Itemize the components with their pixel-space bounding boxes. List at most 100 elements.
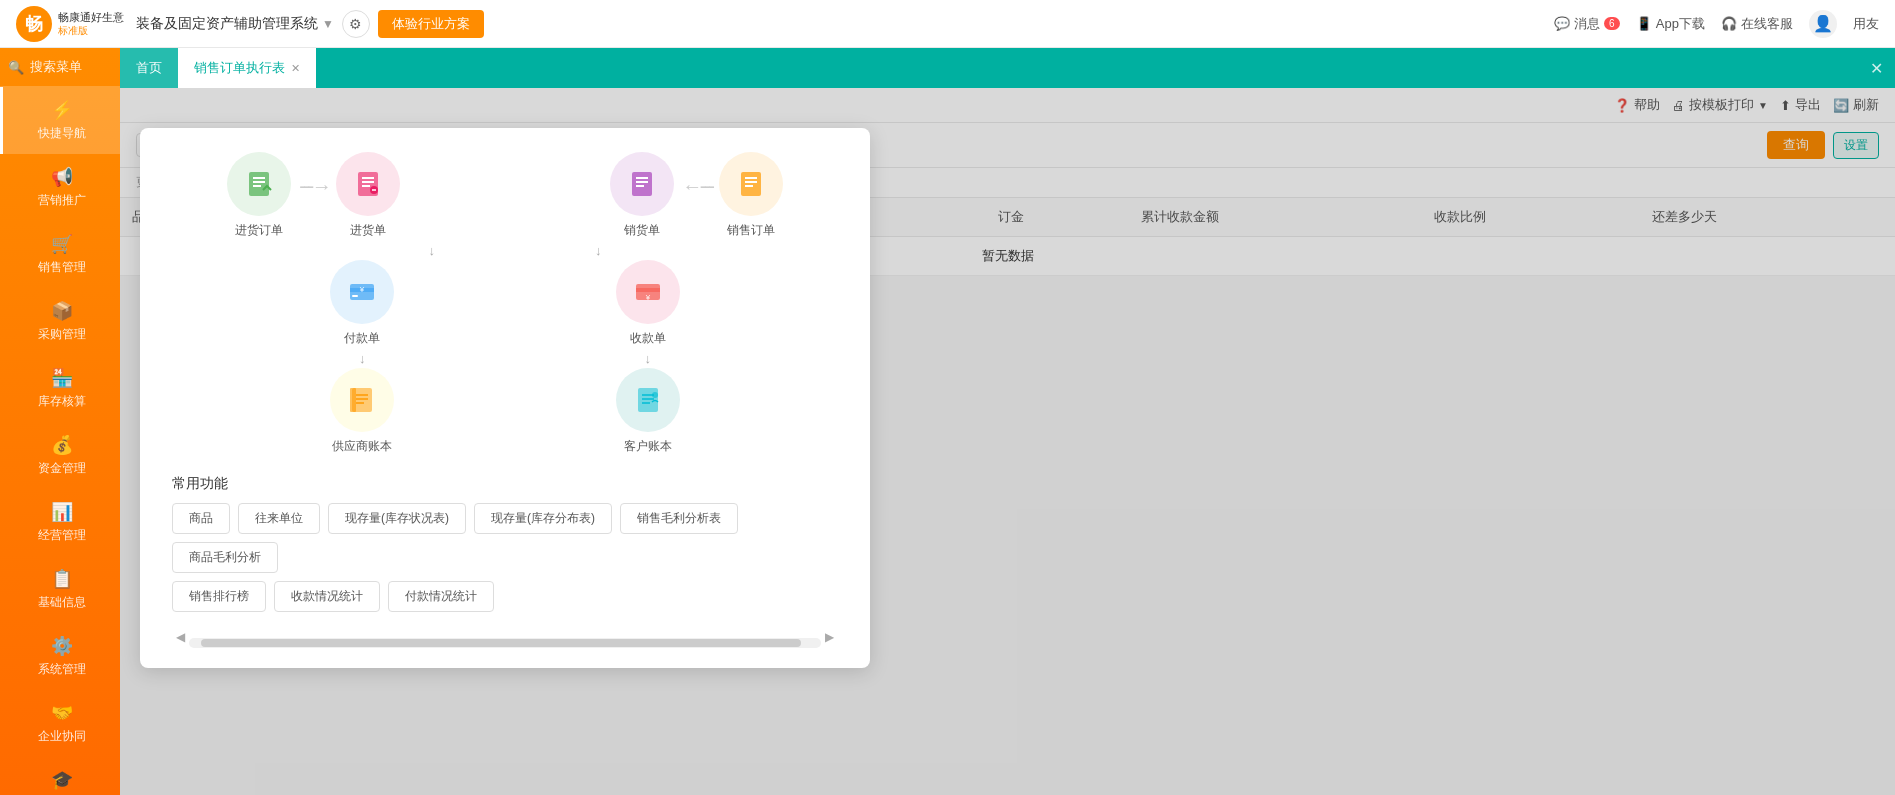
service-icon: 🎧 [1721,16,1737,31]
sales-order-tab-label: 销售订单执行表 [194,59,285,77]
common-functions-title: 常用功能 [172,475,838,493]
system-icon: ⚙️ [51,635,73,657]
supplier-ledger-icon [330,368,394,432]
sidebar-item-operations[interactable]: 📊 经营管理 [0,489,120,556]
receipt-icon: ¥ [616,260,680,324]
message-icon: 💬 [1554,16,1570,31]
svg-point-34 [652,392,658,398]
scroll-left-icon[interactable]: ◀ [172,630,189,644]
avatar[interactable]: 👤 [1809,10,1837,38]
flow-sales-bill[interactable]: 销货单 [610,152,674,239]
collab-icon: 🤝 [51,702,73,724]
sidebar-item-collab[interactable]: 🤝 企业协同 [0,690,120,757]
svg-rect-29 [350,388,356,412]
svg-rect-10 [632,172,652,196]
sidebar-item-sales[interactable]: 🛒 销售管理 [0,221,120,288]
sidebar-item-finance[interactable]: 💰 资金管理 [0,422,120,489]
func-btn-stock-status[interactable]: 现存量(库存状况表) [328,503,466,534]
popup-box: 进货订单 - - - → [140,128,870,668]
trial-button[interactable]: 体验行业方案 [378,10,484,38]
system-title: 装备及固定资产辅助管理系统 [136,15,318,33]
popup-scrollbar-thumb [201,639,801,647]
flow-receipt[interactable]: ¥ 收款单 [616,260,680,347]
func-btn-product-profit[interactable]: 商品毛利分析 [172,542,278,573]
online-service-action[interactable]: 🎧 在线客服 [1721,15,1793,33]
logo-text: 畅康通好生意 标准版 [58,10,124,37]
sidebar-item-system[interactable]: ⚙️ 系统管理 [0,623,120,690]
flow-purchase-order[interactable]: 进货订单 [227,152,291,239]
flow-customer-ledger[interactable]: 客户账本 [616,368,680,455]
inventory-icon: 🏪 [51,367,73,389]
marketing-icon: 📢 [51,166,73,188]
func-buttons-row2: 销售排行榜 收款情况统计 付款情况统计 [172,581,838,612]
arrow-h1: - - - → [299,175,328,216]
sales-bill-icon [610,152,674,216]
sidebar-item-quick-nav[interactable]: ⚡ 快捷导航 [0,87,120,154]
basic-info-icon: 📋 [51,568,73,590]
home-tab-label: 首页 [136,59,162,77]
sidebar-item-purchase[interactable]: 📦 采购管理 [0,288,120,355]
sidebar-item-marketing[interactable]: 📢 营销推广 [0,154,120,221]
finance-icon: 💰 [51,434,73,456]
flow-purchase-bill[interactable]: 进货单 [336,152,400,239]
username: 用友 [1853,15,1879,33]
top-bar: 畅 畅康通好生意 标准版 装备及固定资产辅助管理系统 ▼ ⚙ 体验行业方案 💬 … [0,0,1895,48]
top-bar-middle: 装备及固定资产辅助管理系统 ▼ ⚙ 体验行业方案 [136,10,1554,38]
guide-icon: 🎓 [51,769,73,791]
chevron-down-icon: ▼ [322,17,334,31]
quick-nav-icon: ⚡ [51,99,73,121]
page-content: ❓ 帮助 🖨 按模板打印 ▼ ⬆ 导出 🔄 刷新 [120,88,1895,795]
svg-rect-0 [249,172,269,196]
tab-home[interactable]: 首页 [120,48,178,88]
svg-rect-20 [352,295,358,297]
arrow-v-row2: ↓ ↓ [172,351,838,366]
func-btn-payment-stat[interactable]: 付款情况统计 [388,581,494,612]
func-btn-stock-dist[interactable]: 现存量(库存分布表) [474,503,612,534]
flow-payment[interactable]: ¥ 付款单 [330,260,394,347]
popup-scrollbar[interactable] [189,638,821,648]
svg-text:¥: ¥ [644,293,650,302]
tab-bar: 首页 销售订单执行表 ✕ ✕ [120,48,1895,88]
flow-row2: ¥ 付款单 [172,260,838,347]
func-btn-customer-vendor[interactable]: 往来单位 [238,503,320,534]
sidebar-item-inventory[interactable]: 🏪 库存核算 [0,355,120,422]
func-buttons-row1: 商品 往来单位 现存量(库存状况表) 现存量(库存分布表) 销售毛利分析表 商品… [172,503,838,573]
payment-icon: ¥ [330,260,394,324]
download-icon: 📱 [1636,16,1652,31]
flow-diagram: 进货订单 - - - → [172,152,838,455]
main-layout: 🔍 搜索菜单 ⚡ 快捷导航 📢 营销推广 🛒 销售管理 📦 采购管理 🏪 [0,48,1895,795]
logo-icon: 畅 [16,6,52,42]
arrow-v-row1: ↓ ↓ [172,243,838,258]
operations-icon: 📊 [51,501,73,523]
tab-bar-close-icon[interactable]: ✕ [1870,59,1895,78]
svg-text:¥: ¥ [359,285,365,294]
tab-close-icon[interactable]: ✕ [291,62,300,75]
func-btn-sales-rank[interactable]: 销售排行榜 [172,581,266,612]
func-btn-product[interactable]: 商品 [172,503,230,534]
func-btn-receipt-stat[interactable]: 收款情况统计 [274,581,380,612]
logo-area: 畅 畅康通好生意 标准版 [16,6,136,42]
customer-ledger-icon [616,368,680,432]
popup-scrollbar-wrap: ◀ ▶ [172,626,838,648]
common-functions: 常用功能 商品 往来单位 现存量(库存状况表) 现存量(库存分布表) 销售毛利分… [172,475,838,612]
flow-supplier-ledger[interactable]: 供应商账本 [330,368,394,455]
sales-icon: 🛒 [51,233,73,255]
flow-sales-order[interactable]: 销售订单 [719,152,783,239]
message-badge: 6 [1604,17,1620,30]
message-action[interactable]: 💬 消息 6 [1554,15,1620,33]
settings-icon[interactable]: ⚙ [342,10,370,38]
func-btn-sales-profit[interactable]: 销售毛利分析表 [620,503,738,534]
popup-overlay: 进货订单 - - - → [120,88,1895,795]
sidebar-search[interactable]: 🔍 搜索菜单 [0,48,120,87]
search-icon: 🔍 [8,60,24,75]
app-download-action[interactable]: 📱 App下载 [1636,15,1705,33]
sidebar-item-basic-info[interactable]: 📋 基础信息 [0,556,120,623]
sales-order-icon [719,152,783,216]
sidebar-item-guide[interactable]: 🎓 新手引导 [0,757,120,795]
flow-row3: 供应商账本 [172,368,838,455]
content-area: 首页 销售订单执行表 ✕ ✕ ❓ 帮助 🖨 按 [120,48,1895,795]
tab-sales-order-exec[interactable]: 销售订单执行表 ✕ [178,48,316,88]
scroll-right-icon[interactable]: ▶ [821,630,838,644]
svg-rect-14 [741,172,761,196]
system-title-dropdown[interactable]: 装备及固定资产辅助管理系统 ▼ [136,15,334,33]
